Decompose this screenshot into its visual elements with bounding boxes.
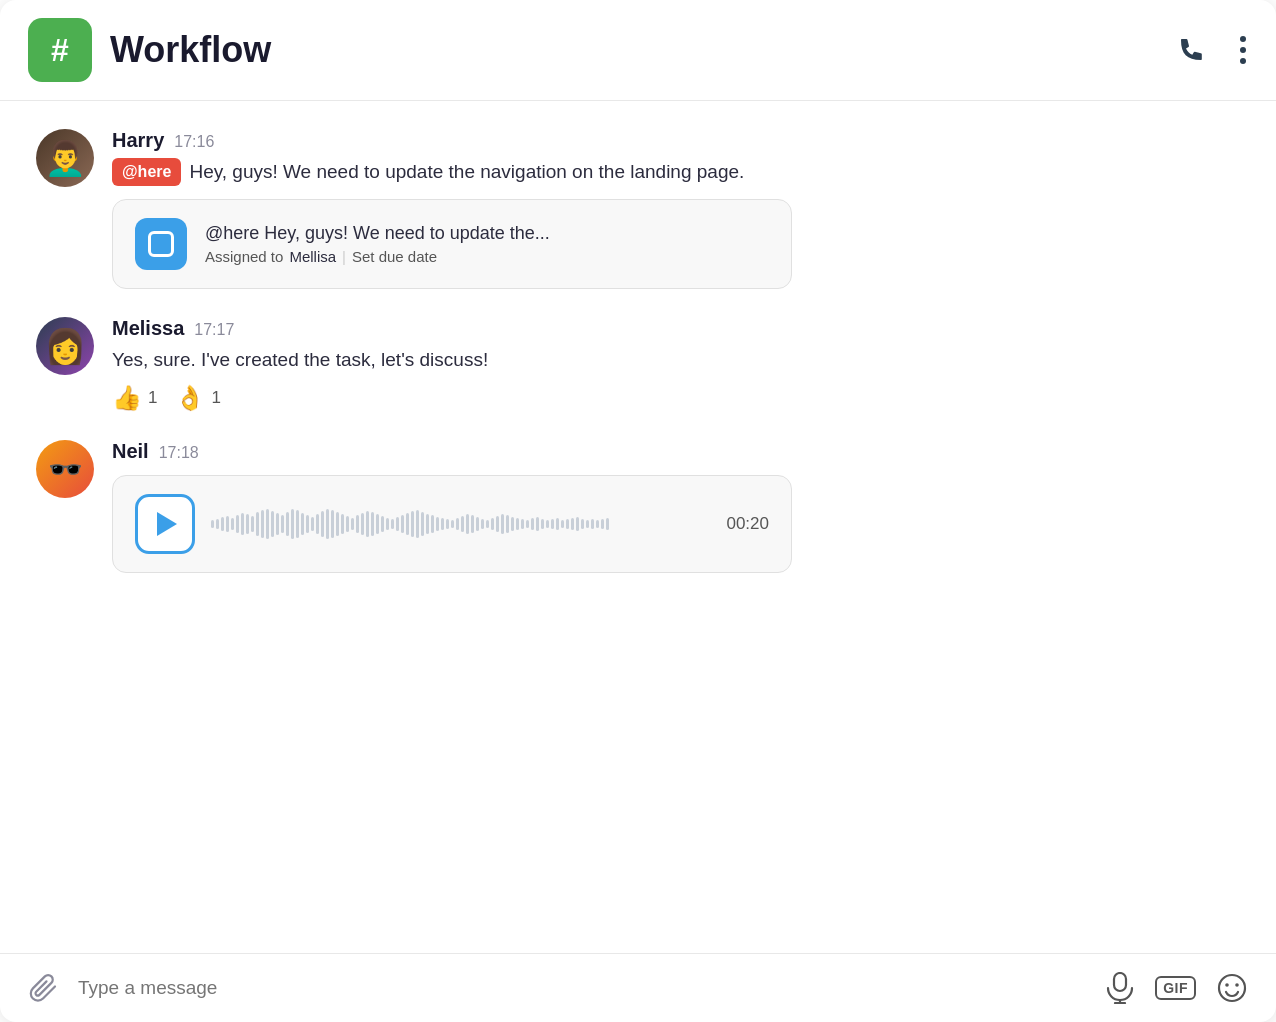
message-neil: Neil 17:18 00:20 [36, 440, 1240, 573]
avatar-harry [36, 129, 94, 187]
message-content-melissa: Melissa 17:17 Yes, sure. I've created th… [112, 317, 1240, 413]
messages-area: Harry 17:16 @here Hey, guys! We need to … [0, 101, 1276, 953]
reaction-ok[interactable]: 👌 1 [175, 384, 220, 412]
message-content-harry: Harry 17:16 @here Hey, guys! We need to … [112, 129, 1240, 289]
message-harry: Harry 17:16 @here Hey, guys! We need to … [36, 129, 1240, 289]
message-text-harry: @here Hey, guys! We need to update the n… [112, 158, 1240, 187]
task-details: @here Hey, guys! We need to update the..… [205, 223, 769, 265]
message-body-melissa: Yes, sure. I've created the task, let's … [112, 346, 488, 375]
channel-symbol: # [51, 34, 69, 66]
attach-button[interactable] [28, 972, 60, 1004]
message-header-harry: Harry 17:16 [112, 129, 1240, 152]
task-card[interactable]: @here Hey, guys! We need to update the..… [112, 199, 792, 289]
emoji-icon[interactable] [1216, 972, 1248, 1004]
sender-name-harry: Harry [112, 129, 164, 152]
svg-point-7 [1225, 983, 1229, 987]
avatar-neil [36, 440, 94, 498]
audio-duration: 00:20 [726, 514, 769, 534]
timestamp-neil: 17:18 [159, 444, 199, 462]
bottom-bar: GIF [0, 953, 1276, 1022]
svg-point-2 [1240, 58, 1246, 64]
ok-count: 1 [211, 388, 220, 408]
sender-name-melissa: Melissa [112, 317, 184, 340]
waveform [211, 502, 710, 546]
chat-header: # Workflow [0, 0, 1276, 101]
message-melissa: Melissa 17:17 Yes, sure. I've created th… [36, 317, 1240, 413]
task-preview: @here Hey, guys! We need to update the..… [205, 223, 769, 244]
avatar-melissa [36, 317, 94, 375]
task-meta: Assigned to Mellisa | Set due date [205, 248, 769, 265]
svg-rect-3 [1114, 973, 1126, 991]
audio-card: 00:20 [112, 475, 792, 573]
task-icon [135, 218, 187, 270]
phone-icon[interactable] [1174, 32, 1210, 68]
ok-emoji: 👌 [175, 384, 205, 412]
gif-button[interactable]: GIF [1155, 976, 1196, 1000]
play-icon [157, 512, 177, 536]
message-content-neil: Neil 17:18 00:20 [112, 440, 1240, 573]
task-meta-divider: | [342, 248, 346, 265]
svg-point-0 [1240, 36, 1246, 42]
more-options-icon[interactable] [1238, 32, 1248, 68]
task-icon-inner [148, 231, 174, 257]
svg-point-1 [1240, 47, 1246, 53]
mention-badge: @here [112, 158, 181, 186]
reaction-thumbsup[interactable]: 👍 1 [112, 384, 157, 412]
reactions-melissa: 👍 1 👌 1 [112, 384, 1240, 412]
thumbsup-count: 1 [148, 388, 157, 408]
play-button[interactable] [135, 494, 195, 554]
assigned-label: Assigned to [205, 248, 283, 265]
timestamp-melissa: 17:17 [194, 321, 234, 339]
message-body-harry: Hey, guys! We need to update the navigat… [189, 158, 744, 187]
assignee-name: Mellisa [289, 248, 336, 265]
thumbsup-emoji: 👍 [112, 384, 142, 412]
header-actions [1174, 32, 1248, 68]
message-header-melissa: Melissa 17:17 [112, 317, 1240, 340]
set-due-label[interactable]: Set due date [352, 248, 437, 265]
bottom-actions: GIF [1105, 972, 1248, 1004]
channel-name: Workflow [110, 29, 1174, 71]
timestamp-harry: 17:16 [174, 133, 214, 151]
channel-icon: # [28, 18, 92, 82]
message-input[interactable] [78, 977, 1087, 999]
sender-name-neil: Neil [112, 440, 149, 463]
message-header-neil: Neil 17:18 [112, 440, 1240, 463]
message-text-melissa: Yes, sure. I've created the task, let's … [112, 346, 1240, 375]
microphone-icon[interactable] [1105, 972, 1135, 1004]
svg-point-8 [1235, 983, 1239, 987]
